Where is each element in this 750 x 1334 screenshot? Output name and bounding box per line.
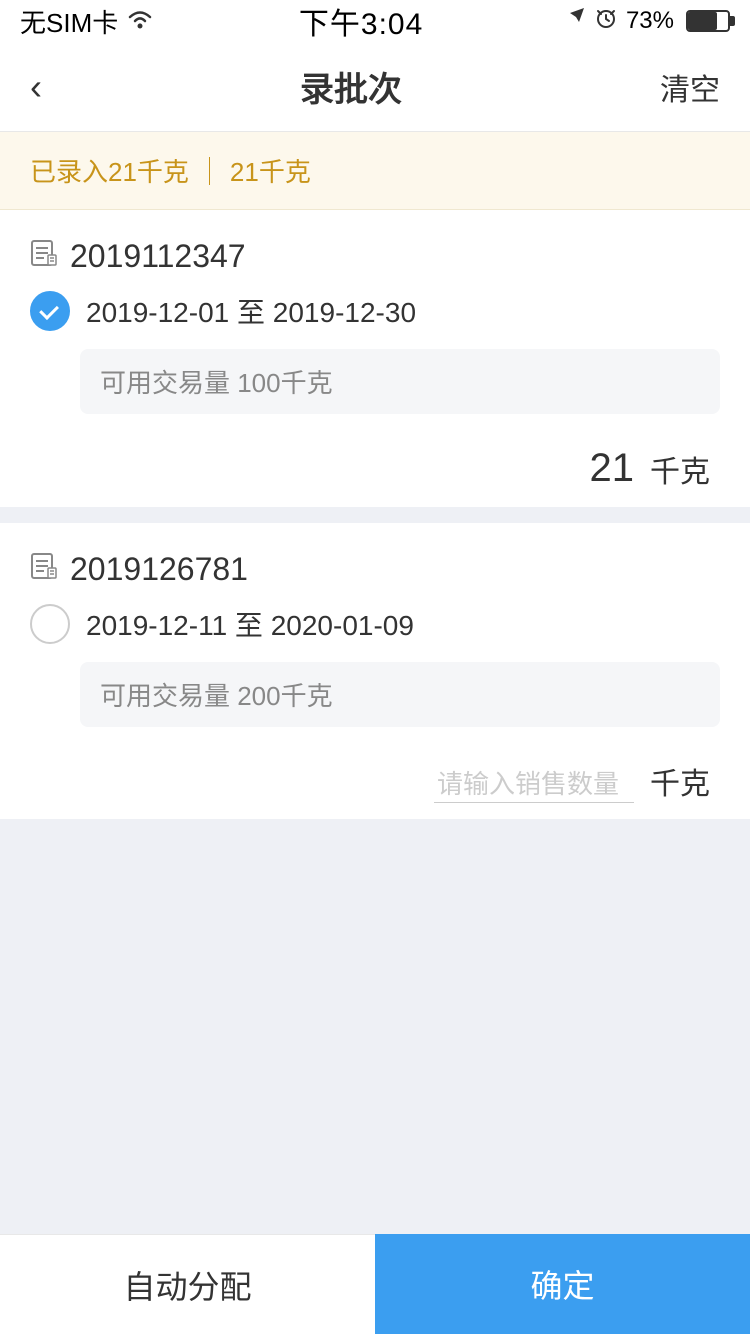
auto-distribute-label: 自动分配 bbox=[123, 1262, 251, 1308]
auto-distribute-button[interactable]: 自动分配 bbox=[0, 1234, 375, 1334]
card-divider bbox=[0, 507, 750, 523]
amount-row-2[interactable]: 千克 bbox=[0, 739, 750, 819]
summary-divider bbox=[209, 157, 210, 185]
nav-bar: ‹ 录批次 清空 bbox=[0, 42, 750, 132]
time-display: 下午3:04 bbox=[299, 0, 423, 43]
batch-date-row-1[interactable]: 2019-12-01 至 2019-12-30 bbox=[0, 285, 750, 341]
status-right: 73% bbox=[568, 6, 730, 37]
amount-input-2[interactable] bbox=[434, 760, 634, 803]
batch-date-1: 2019-12-01 至 2019-12-30 bbox=[86, 291, 416, 331]
batch-radio-2[interactable] bbox=[30, 604, 70, 644]
batch-radio-1[interactable] bbox=[30, 291, 70, 331]
batch-header-1: 2019112347 bbox=[0, 210, 750, 285]
batch-doc-icon-2 bbox=[30, 552, 58, 588]
batch-id-2: 2019126781 bbox=[70, 551, 248, 588]
amount-unit-2: 千克 bbox=[650, 759, 710, 803]
batch-volume-text-2: 可用交易量 200千克 bbox=[100, 681, 333, 711]
batch-date-2: 2019-12-11 至 2020-01-09 bbox=[86, 604, 414, 644]
summary-label: 已录入21千克 bbox=[30, 152, 189, 189]
footer: 自动分配 确定 bbox=[0, 1234, 750, 1334]
bottom-area bbox=[0, 819, 750, 1239]
page-title: 录批次 bbox=[300, 62, 402, 111]
batch-card-1: 2019112347 2019-12-01 至 2019-12-30 可用交易量… bbox=[0, 210, 750, 507]
amount-value-1: 21 bbox=[590, 446, 635, 491]
battery-percent: 73% bbox=[626, 7, 674, 35]
amount-row-1: 21 千克 bbox=[0, 426, 750, 507]
batch-volume-1: 可用交易量 100千克 bbox=[80, 349, 720, 414]
clear-button[interactable]: 清空 bbox=[660, 65, 720, 109]
confirm-label: 确定 bbox=[530, 1261, 594, 1307]
batch-id-1: 2019112347 bbox=[70, 238, 246, 275]
batch-doc-icon-1 bbox=[30, 239, 58, 275]
amount-unit-1: 千克 bbox=[650, 447, 710, 491]
summary-banner: 已录入21千克 21千克 bbox=[0, 132, 750, 210]
status-left: 无SIM卡 bbox=[20, 3, 154, 40]
batch-date-row-2[interactable]: 2019-12-11 至 2020-01-09 bbox=[0, 598, 750, 654]
wifi-icon bbox=[126, 6, 154, 37]
batch-volume-2: 可用交易量 200千克 bbox=[80, 662, 720, 727]
alarm-icon bbox=[594, 6, 618, 37]
status-bar: 无SIM卡 下午3:04 73% bbox=[0, 0, 750, 42]
batch-volume-text-1: 可用交易量 100千克 bbox=[100, 368, 333, 398]
batch-card-2: 2019126781 2019-12-11 至 2020-01-09 可用交易量… bbox=[0, 523, 750, 819]
back-button[interactable]: ‹ bbox=[30, 66, 42, 108]
carrier-text: 无SIM卡 bbox=[20, 3, 118, 40]
batch-header-2: 2019126781 bbox=[0, 523, 750, 598]
location-icon bbox=[568, 7, 586, 36]
battery-icon bbox=[686, 10, 730, 32]
confirm-button[interactable]: 确定 bbox=[375, 1234, 750, 1334]
summary-value: 21千克 bbox=[230, 152, 311, 189]
